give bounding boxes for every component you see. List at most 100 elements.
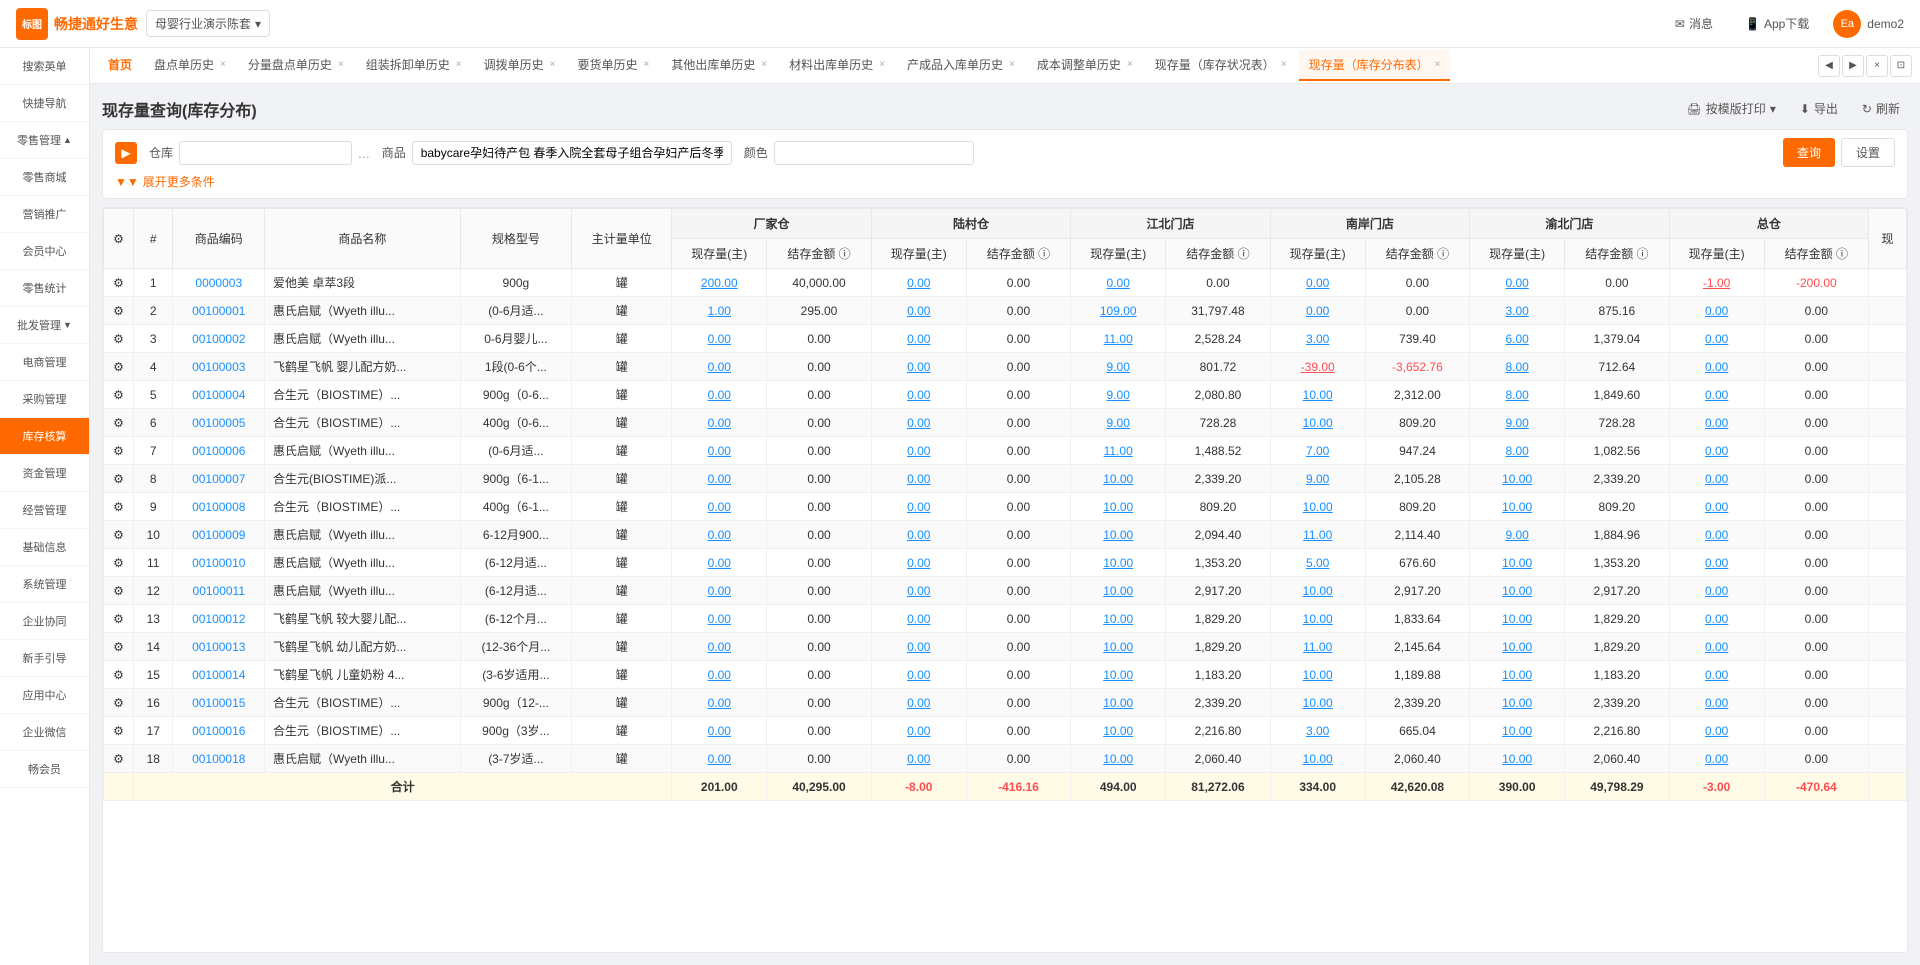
warehouse-dots[interactable]: ... — [358, 145, 370, 161]
expand-conditions-btn[interactable]: ▼▼ 展开更多条件 — [115, 173, 1895, 190]
tab-product-in[interactable]: 产成品入库单历史 × — [897, 50, 1025, 81]
sidebar-item-search[interactable]: 搜索英单 — [0, 48, 89, 85]
cell-gear[interactable]: ⚙ — [104, 689, 134, 717]
sidebar-item-apps[interactable]: 应用中心 — [0, 677, 89, 714]
cell-yb-qty: 10.00 — [1470, 577, 1565, 605]
print-btn[interactable]: 🖨 按模版打印 ▾ — [1679, 96, 1784, 121]
cell-na-qty: 3.00 — [1270, 325, 1365, 353]
color-input[interactable] — [774, 141, 974, 165]
cell-gear[interactable]: ⚙ — [104, 437, 134, 465]
filter-toggle-btn[interactable]: ▶ — [115, 142, 137, 164]
tab-close-3[interactable]: × — [550, 59, 556, 70]
cell-gear[interactable]: ⚙ — [104, 633, 134, 661]
sidebar-item-purchase[interactable]: 采购管理 — [0, 381, 89, 418]
tab-nav-next[interactable]: ▶ — [1842, 55, 1864, 77]
tab-home[interactable]: 首页 — [98, 50, 142, 81]
tab-nav-expand[interactable]: ⊡ — [1890, 55, 1912, 77]
export-btn[interactable]: ⬇ 导出 — [1792, 96, 1846, 121]
cell-spec: 1段(0-6个... — [460, 353, 571, 381]
user-area[interactable]: Ea demo2 — [1833, 10, 1904, 38]
cell-gear[interactable]: ⚙ — [104, 465, 134, 493]
tab-inventory-portion[interactable]: 分量盘点单历史 × — [238, 50, 354, 81]
tab-cost-adjust[interactable]: 成本调整单历史 × — [1027, 50, 1143, 81]
cell-gear[interactable]: ⚙ — [104, 605, 134, 633]
tab-stock-dist[interactable]: 现存量（库存分布表） × — [1299, 50, 1451, 81]
cell-gear[interactable]: ⚙ — [104, 297, 134, 325]
sidebar-item-inventory[interactable]: 库存核算 — [0, 418, 89, 455]
tab-close-0[interactable]: × — [220, 59, 226, 70]
tab-assembly[interactable]: 组装拆卸单历史 × — [356, 50, 472, 81]
cell-gear[interactable]: ⚙ — [104, 661, 134, 689]
cell-gear[interactable]: ⚙ — [104, 745, 134, 773]
warehouse-input[interactable] — [179, 141, 352, 165]
sidebar-item-wechat[interactable]: 企业微信 — [0, 714, 89, 751]
cell-gear[interactable]: ⚙ — [104, 381, 134, 409]
tab-close-1[interactable]: × — [338, 59, 344, 70]
cell-gear[interactable]: ⚙ — [104, 353, 134, 381]
cell-tot-amt: -200.00 — [1764, 269, 1869, 297]
cell-lc-qty: 0.00 — [871, 269, 966, 297]
tab-inventory-check[interactable]: 盘点单历史 × — [144, 50, 236, 81]
tab-close-10[interactable]: × — [1435, 59, 1441, 70]
sidebar-item-ecommerce[interactable]: 电商管理 — [0, 344, 89, 381]
tab-outstock[interactable]: 其他出库单历史 × — [661, 50, 777, 81]
message-btn[interactable]: ✉ 消息 — [1667, 11, 1721, 36]
tab-nav-prev[interactable]: ◀ — [1818, 55, 1840, 77]
tab-close-2[interactable]: × — [456, 59, 462, 70]
cell-gear[interactable]: ⚙ — [104, 493, 134, 521]
refresh-btn[interactable]: ↻ 刷新 — [1854, 96, 1908, 121]
tab-requisition[interactable]: 要货单历史 × — [567, 50, 659, 81]
color-label: 颜色 — [744, 144, 768, 161]
sidebar-item-operations[interactable]: 经营管理 — [0, 492, 89, 529]
cell-gear[interactable]: ⚙ — [104, 717, 134, 745]
tab-close-5[interactable]: × — [761, 59, 767, 70]
th-gear[interactable]: ⚙ — [104, 209, 134, 269]
cell-gear[interactable]: ⚙ — [104, 325, 134, 353]
sidebar-item-enterprise[interactable]: 企业协同 — [0, 603, 89, 640]
table-container[interactable]: ⚙ # 商品编码 商品名称 规格型号 主计量单位 厂家仓 陆村仓 江北门店 南岸… — [102, 207, 1908, 953]
cell-fac-amt: 0.00 — [767, 745, 872, 773]
cell-gear[interactable]: ⚙ — [104, 269, 134, 297]
cell-gear[interactable]: ⚙ — [104, 521, 134, 549]
tab-close-9[interactable]: × — [1281, 59, 1287, 70]
cell-index: 7 — [134, 437, 173, 465]
filter-row: ▶ 仓库 ... 商品 颜色 查询 — [115, 138, 1895, 167]
setting-btn[interactable]: 设置 — [1841, 138, 1895, 167]
store-selector[interactable]: 母婴行业演示陈套 ▾ — [146, 10, 270, 37]
sidebar-item-retail-shop[interactable]: 零售商城 — [0, 159, 89, 196]
product-input[interactable] — [412, 141, 732, 165]
sidebar-item-guide[interactable]: 新手引导 — [0, 640, 89, 677]
tab-close-6[interactable]: × — [879, 59, 885, 70]
cell-jb-amt: 31,797.48 — [1166, 297, 1271, 325]
tab-close-8[interactable]: × — [1127, 59, 1133, 70]
tab-close-4[interactable]: × — [643, 59, 649, 70]
cell-gear[interactable]: ⚙ — [104, 409, 134, 437]
cell-gear[interactable]: ⚙ — [104, 577, 134, 605]
sidebar-item-basics[interactable]: 基础信息 — [0, 529, 89, 566]
tab-transfer[interactable]: 调拨单历史 × — [474, 50, 566, 81]
sidebar-item-finance[interactable]: 资金管理 — [0, 455, 89, 492]
sidebar-item-wholesale[interactable]: 批发管理 ▼ — [0, 307, 89, 344]
sidebar-item-retail-stats[interactable]: 零售统计 — [0, 270, 89, 307]
sidebar-item-vip[interactable]: 畅会员 — [0, 751, 89, 788]
print-icon: 🖨 — [1687, 102, 1702, 116]
cell-na-amt: 2,312.00 — [1365, 381, 1470, 409]
tab-material-out[interactable]: 材料出库单历史 × — [779, 50, 895, 81]
sidebar-item-system[interactable]: 系统管理 — [0, 566, 89, 603]
cell-gear[interactable]: ⚙ — [104, 549, 134, 577]
sidebar-item-retail-mgmt[interactable]: 零售管理 ▲ — [0, 122, 89, 159]
tab-stock-status[interactable]: 现存量（库存状况表） × — [1145, 50, 1297, 81]
cell-tot-qty: -1.00 — [1669, 269, 1764, 297]
tab-nav-close[interactable]: × — [1866, 55, 1888, 77]
cell-na-qty: 9.00 — [1270, 465, 1365, 493]
sidebar-item-marketing[interactable]: 营销推广 — [0, 196, 89, 233]
cell-jb-qty: 9.00 — [1071, 409, 1166, 437]
cell-yb-amt: 1,183.20 — [1565, 661, 1670, 689]
cell-lc-amt: 0.00 — [966, 689, 1071, 717]
sidebar-item-members[interactable]: 会员中心 — [0, 233, 89, 270]
cell-name: 合生元(BIOSTIME)派... — [265, 465, 461, 493]
query-btn[interactable]: 查询 — [1783, 138, 1835, 167]
app-download-btn[interactable]: 📱 App下载 — [1737, 11, 1817, 36]
tab-close-7[interactable]: × — [1009, 59, 1015, 70]
sidebar-item-quicknav[interactable]: 快捷导航 — [0, 85, 89, 122]
